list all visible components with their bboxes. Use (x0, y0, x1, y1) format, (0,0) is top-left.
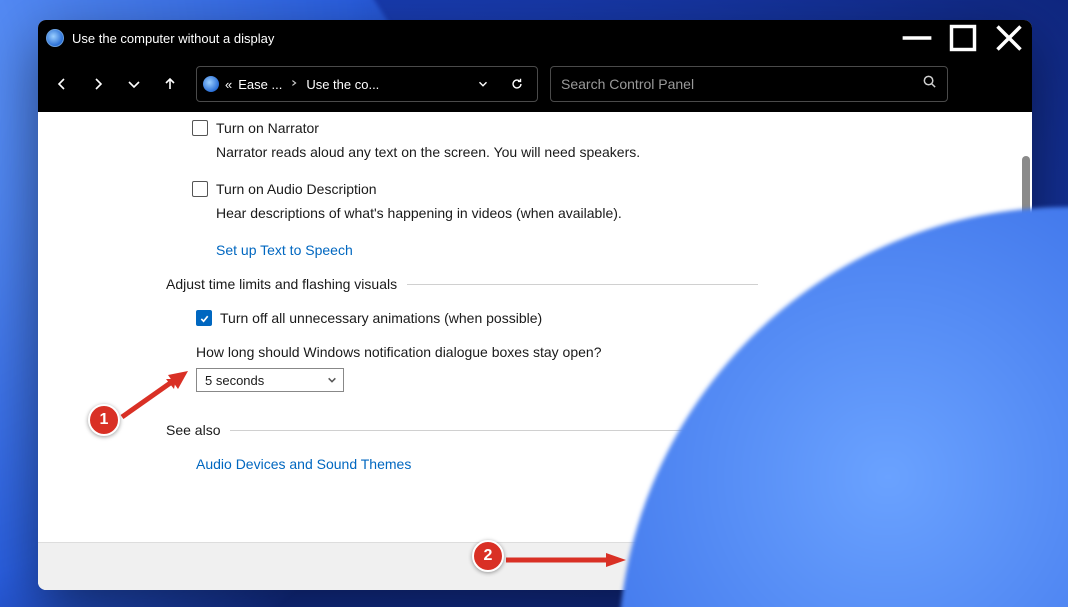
narrator-description: Narrator reads aloud any text on the scr… (216, 142, 758, 163)
ease-of-access-icon (46, 29, 64, 47)
cancel-button[interactable]: Cancel (826, 555, 910, 579)
address-history-dropdown[interactable] (469, 70, 497, 98)
breadcrumb-item[interactable]: Use the co... (306, 77, 379, 92)
chevron-down-icon (327, 375, 337, 385)
minimize-button[interactable] (894, 20, 940, 56)
option-audio-description: Turn on Audio Description Hear descripti… (192, 181, 758, 224)
option-narrator: Turn on Narrator Narrator reads aloud an… (192, 120, 758, 163)
text-to-speech-link[interactable]: Set up Text to Speech (216, 242, 353, 258)
fieldset-time-limits: Adjust time limits and flashing visuals … (192, 276, 758, 392)
window-title: Use the computer without a display (72, 31, 274, 46)
address-bar[interactable]: « Ease ... Use the co... (196, 66, 538, 102)
content-area: Turn on Narrator Narrator reads aloud an… (38, 112, 1032, 542)
back-button[interactable] (46, 68, 78, 100)
breadcrumb-root-marker: « (225, 77, 232, 92)
search-bar[interactable] (550, 66, 948, 102)
recent-locations-button[interactable] (118, 68, 150, 100)
up-button[interactable] (154, 68, 186, 100)
breadcrumb-item[interactable]: Ease ... (238, 77, 282, 92)
select-value: 5 seconds (205, 373, 264, 388)
annotation-marker-2: 2 (472, 540, 504, 572)
content-scroll: Turn on Narrator Narrator reads aloud an… (38, 112, 1032, 542)
control-panel-window: Use the computer without a display « Eas… (38, 20, 1032, 590)
divider (230, 430, 758, 431)
apply-button: Apply (920, 555, 1004, 579)
forward-button[interactable] (82, 68, 114, 100)
fieldset-see-also: See also Audio Devices and Sound Themes (192, 422, 758, 472)
maximize-button[interactable] (940, 20, 986, 56)
audio-devices-link[interactable]: Audio Devices and Sound Themes (196, 456, 411, 472)
fieldset-legend: See also (166, 422, 220, 438)
close-button[interactable] (986, 20, 1032, 56)
refresh-button[interactable] (503, 70, 531, 98)
annotation-arrow-1 (116, 365, 196, 423)
chevron-right-icon[interactable] (288, 79, 300, 90)
annotation-arrow-2 (502, 550, 632, 570)
search-icon[interactable] (922, 74, 937, 94)
audio-description-checkbox[interactable] (192, 181, 208, 197)
annotation-marker-1: 1 (88, 404, 120, 436)
scrollbar-thumb[interactable] (1022, 156, 1030, 406)
search-input[interactable] (561, 76, 922, 92)
divider (407, 284, 758, 285)
ease-of-access-icon (203, 76, 219, 92)
ok-button[interactable]: OK (732, 555, 816, 579)
audio-description-label[interactable]: Turn on Audio Description (216, 181, 377, 197)
turn-off-animations-label[interactable]: Turn off all unnecessary animations (whe… (220, 310, 542, 326)
notification-duration-select[interactable]: 5 seconds (196, 368, 344, 392)
navigation-bar: « Ease ... Use the co... (38, 56, 1032, 112)
narrator-label[interactable]: Turn on Narrator (216, 120, 319, 136)
narrator-checkbox[interactable] (192, 120, 208, 136)
title-bar: Use the computer without a display (38, 20, 1032, 56)
fieldset-legend: Adjust time limits and flashing visuals (166, 276, 397, 292)
audio-description-description: Hear descriptions of what's happening in… (216, 203, 758, 224)
notification-duration-question: How long should Windows notification dia… (196, 344, 758, 360)
turn-off-animations-checkbox[interactable] (196, 310, 212, 326)
vertical-scrollbar[interactable] (1022, 122, 1030, 532)
